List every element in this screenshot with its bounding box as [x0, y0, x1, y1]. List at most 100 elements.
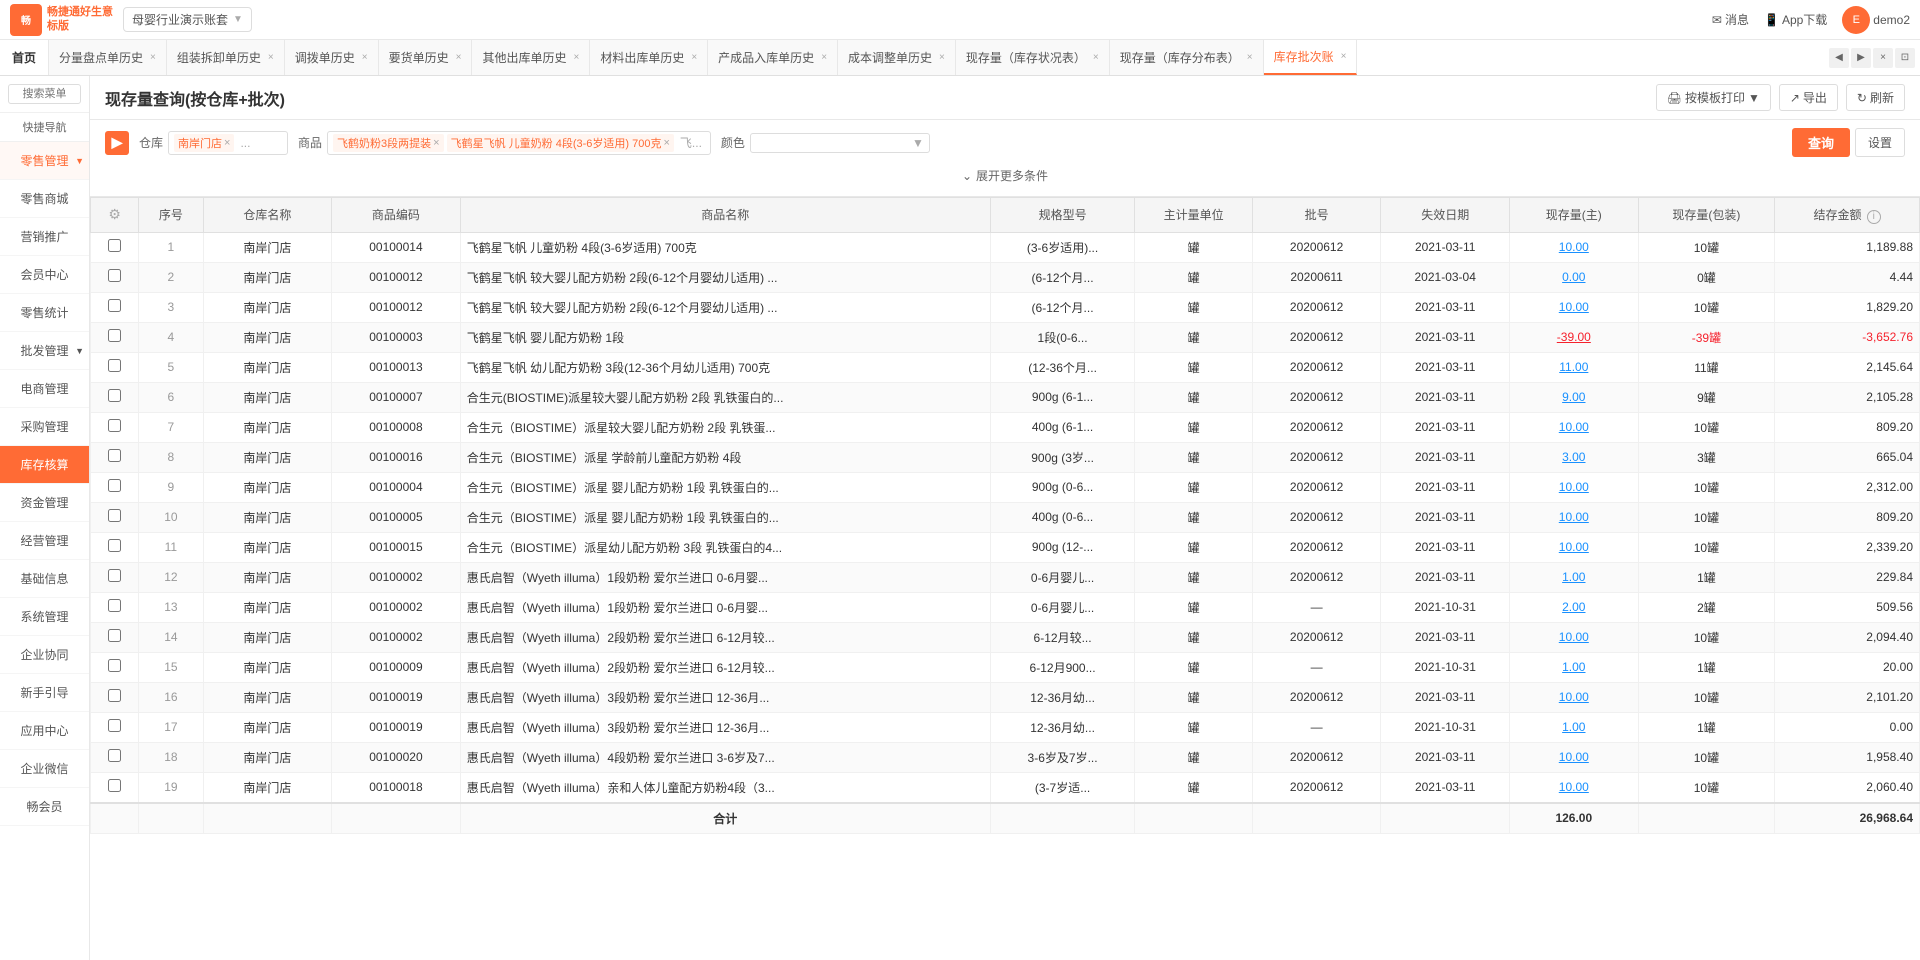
qty-main-link[interactable]: 10.00: [1559, 780, 1589, 794]
qty-main-link[interactable]: 10.00: [1559, 480, 1589, 494]
row-checkbox[interactable]: [108, 749, 121, 762]
refresh-button[interactable]: ↻ 刷新: [1846, 84, 1905, 111]
sidebar-item-wholesale-mgmt[interactable]: 批发管理 ▼: [0, 332, 89, 370]
user-profile[interactable]: E demo2: [1842, 6, 1910, 34]
filter-more-button[interactable]: ...: [237, 136, 253, 150]
cell-checkbox[interactable]: [91, 352, 139, 382]
filter-more-button[interactable]: 飞...: [677, 134, 705, 151]
cell-checkbox[interactable]: [91, 262, 139, 292]
cell-checkbox[interactable]: [91, 532, 139, 562]
row-checkbox[interactable]: [108, 599, 121, 612]
cell-checkbox[interactable]: [91, 712, 139, 742]
qty-main-link[interactable]: 0.00: [1562, 270, 1585, 284]
sidebar-item-finance[interactable]: 资金管理: [0, 484, 89, 522]
close-icon[interactable]: ×: [1341, 51, 1347, 62]
row-checkbox[interactable]: [108, 329, 121, 342]
qty-main-link[interactable]: 10.00: [1559, 420, 1589, 434]
close-icon[interactable]: ×: [1247, 52, 1253, 63]
row-checkbox[interactable]: [108, 689, 121, 702]
close-icon[interactable]: ×: [573, 52, 579, 63]
sidebar-item-vip[interactable]: 畅会员: [0, 788, 89, 826]
cell-checkbox[interactable]: [91, 562, 139, 592]
cell-checkbox[interactable]: [91, 442, 139, 472]
color-tag-container[interactable]: ▼: [750, 133, 930, 153]
query-button[interactable]: 查询: [1792, 128, 1850, 157]
qty-main-link[interactable]: 10.00: [1559, 750, 1589, 764]
row-checkbox[interactable]: [108, 479, 121, 492]
cell-checkbox[interactable]: [91, 682, 139, 712]
expand-more-conditions[interactable]: ⌄ 展开更多条件: [958, 163, 1052, 188]
row-checkbox[interactable]: [108, 359, 121, 372]
tab-diaobodanlishi[interactable]: 调拨单历史 ×: [285, 40, 379, 75]
sidebar-item-system[interactable]: 系统管理: [0, 598, 89, 636]
qty-main-link[interactable]: -39.00: [1557, 330, 1591, 344]
sidebar-item-retail-mgmt[interactable]: 零售管理 ▼: [0, 142, 89, 180]
close-icon[interactable]: ×: [456, 52, 462, 63]
qty-main-link[interactable]: 10.00: [1559, 630, 1589, 644]
sidebar-item-inventory[interactable]: 库存核算: [0, 446, 89, 484]
qty-main-link[interactable]: 10.00: [1559, 240, 1589, 254]
sidebar-item-retail-mall[interactable]: 零售商城: [0, 180, 89, 218]
cell-checkbox[interactable]: [91, 292, 139, 322]
row-checkbox[interactable]: [108, 719, 121, 732]
qty-main-link[interactable]: 1.00: [1562, 720, 1585, 734]
close-icon[interactable]: ×: [1093, 52, 1099, 63]
close-icon[interactable]: ×: [362, 52, 368, 63]
tab-home[interactable]: 首页: [0, 40, 49, 75]
cell-checkbox[interactable]: [91, 742, 139, 772]
cell-checkbox[interactable]: [91, 652, 139, 682]
row-checkbox[interactable]: [108, 299, 121, 312]
tab-xiancunliang-fenbiao[interactable]: 现存量（库存分布表） ×: [1110, 40, 1264, 75]
tab-fenpan-lishi[interactable]: 分量盘点单历史 ×: [49, 40, 167, 75]
cell-checkbox[interactable]: [91, 592, 139, 622]
tab-yaohuo-lishi[interactable]: 要货单历史 ×: [379, 40, 473, 75]
cell-checkbox[interactable]: [91, 232, 139, 262]
tab-qitachuku-lishi[interactable]: 其他出库单历史 ×: [472, 40, 590, 75]
account-selector[interactable]: 母婴行业演示账套 ▼: [123, 7, 252, 32]
tab-prev-button[interactable]: ◀: [1829, 48, 1849, 68]
close-icon[interactable]: ×: [821, 52, 827, 63]
tab-expand-button[interactable]: ⊡: [1895, 48, 1915, 68]
sidebar-item-guide[interactable]: 新手引导: [0, 674, 89, 712]
qty-main-link[interactable]: 2.00: [1562, 600, 1585, 614]
tab-cailiao-lishi[interactable]: 材料出库单历史 ×: [590, 40, 708, 75]
qty-main-link[interactable]: 3.00: [1562, 450, 1585, 464]
tab-close-button[interactable]: ×: [1873, 48, 1893, 68]
close-icon[interactable]: ×: [663, 137, 669, 149]
row-checkbox[interactable]: [108, 659, 121, 672]
row-checkbox[interactable]: [108, 269, 121, 282]
tab-kucun-pizhang[interactable]: 库存批次账 ×: [1264, 40, 1358, 75]
row-checkbox[interactable]: [108, 449, 121, 462]
sidebar-item-ecommerce[interactable]: 电商管理: [0, 370, 89, 408]
app-download-button[interactable]: 📱 App下载: [1764, 11, 1827, 28]
qty-main-link[interactable]: 10.00: [1559, 690, 1589, 704]
row-checkbox[interactable]: [108, 539, 121, 552]
cell-checkbox[interactable]: [91, 382, 139, 412]
product-tag-container[interactable]: 飞鹤奶粉3段两提装 × 飞鹤星飞帆 儿童奶粉 4段(3-6岁适用) 700克 ×…: [327, 131, 711, 155]
close-icon[interactable]: ×: [150, 52, 156, 63]
qty-main-link[interactable]: 1.00: [1562, 660, 1585, 674]
row-checkbox[interactable]: [108, 779, 121, 792]
sidebar-item-operations[interactable]: 经营管理: [0, 522, 89, 560]
close-icon[interactable]: ×: [939, 52, 945, 63]
qty-main-link[interactable]: 10.00: [1559, 300, 1589, 314]
close-icon[interactable]: ×: [224, 137, 230, 149]
sidebar-item-enterprise-wechat[interactable]: 企业微信: [0, 750, 89, 788]
gear-icon[interactable]: ⚙: [108, 206, 121, 222]
tab-chanchenpin-lishi[interactable]: 产成品入库单历史 ×: [708, 40, 838, 75]
close-icon[interactable]: ×: [691, 52, 697, 63]
qty-main-link[interactable]: 1.00: [1562, 570, 1585, 584]
sidebar-item-basic-info[interactable]: 基础信息: [0, 560, 89, 598]
sidebar-item-marketing[interactable]: 营销推广: [0, 218, 89, 256]
close-icon[interactable]: ×: [268, 52, 274, 63]
tab-zuzhuang-lishi[interactable]: 组装拆卸单历史 ×: [167, 40, 285, 75]
row-checkbox[interactable]: [108, 389, 121, 402]
row-checkbox[interactable]: [108, 569, 121, 582]
info-icon[interactable]: i: [1867, 210, 1881, 224]
cell-checkbox[interactable]: [91, 502, 139, 532]
close-icon[interactable]: ×: [433, 137, 439, 149]
sidebar-item-retail-stats[interactable]: 零售统计: [0, 294, 89, 332]
cell-checkbox[interactable]: [91, 472, 139, 502]
qty-main-link[interactable]: 9.00: [1562, 390, 1585, 404]
cell-checkbox[interactable]: [91, 772, 139, 803]
